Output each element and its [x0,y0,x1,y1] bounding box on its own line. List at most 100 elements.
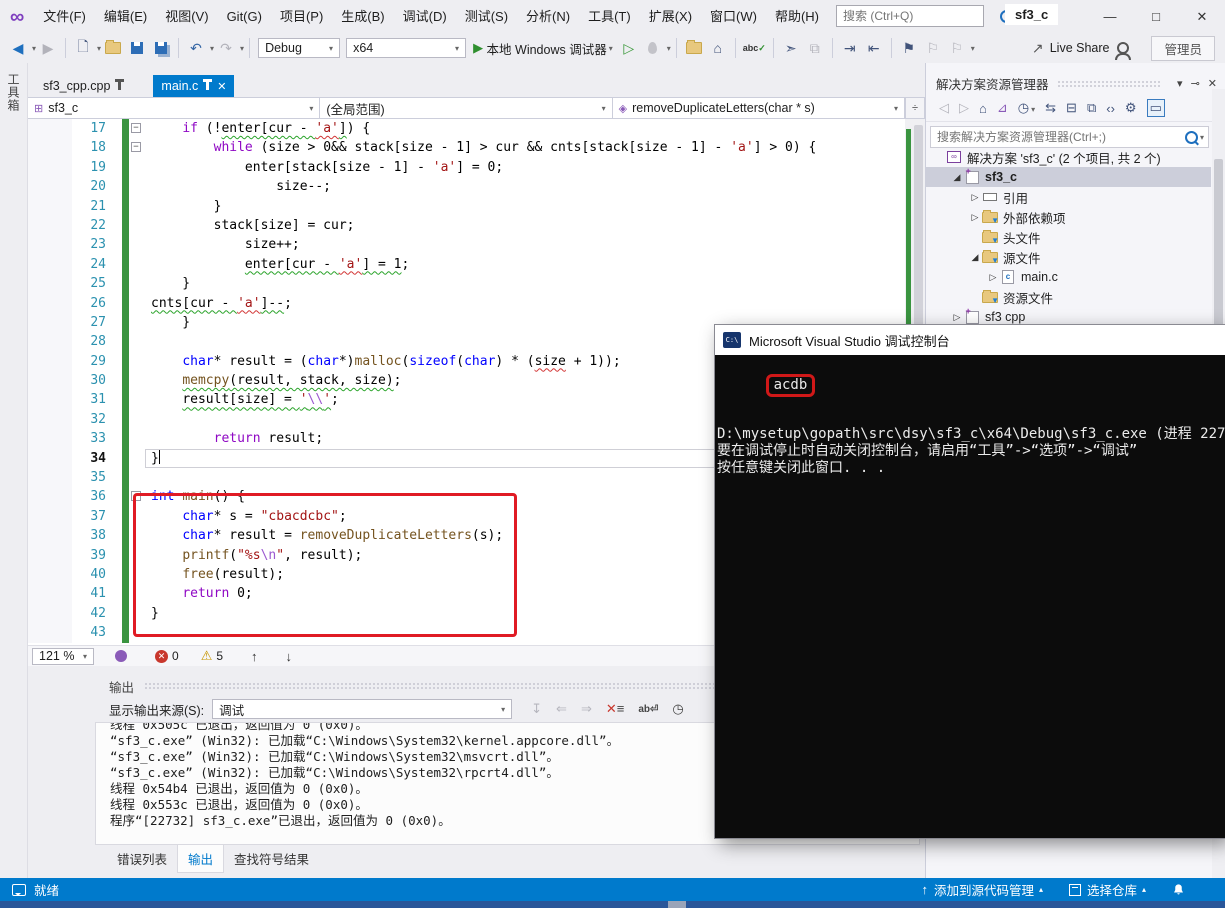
tree-item-sf3_c[interactable]: ◢ sf3_c [926,166,1211,187]
hot-reload-dropdown-icon[interactable]: ▾ [667,44,671,53]
fold-margin[interactable] [129,313,145,332]
tree-item--[interactable]: ◢ ▼ 源文件 [926,247,1211,267]
switch-views-icon[interactable]: ⊿ [997,100,1008,116]
pending-changes-filter-icon[interactable]: ◷ ▾ [1018,100,1035,116]
project-dropdown[interactable]: ⊞ sf3_c ▾ [28,98,321,118]
fold-collapse-icon[interactable]: − [131,123,141,133]
menu-item[interactable]: 工具(T) [579,0,640,33]
breakpoint-margin[interactable] [28,409,72,430]
feedback-icon[interactable] [115,650,127,662]
breakpoint-margin[interactable] [28,215,72,236]
navigate-forward-icon[interactable]: ▶ [38,38,58,58]
menu-item[interactable]: 文件(F) [34,0,95,33]
window-position-dropdown-icon[interactable]: ▾ [1177,77,1183,90]
forward-icon[interactable]: ▷ [959,100,969,116]
hot-reload-icon[interactable] [643,38,663,58]
output-source-combo[interactable]: 调试 ▾ [212,699,513,719]
code-text[interactable]: size++; [145,235,905,254]
fold-margin[interactable] [129,390,145,409]
new-item-dropdown-icon[interactable]: ▾ [97,44,101,53]
menu-item[interactable]: 窗口(W) [701,0,766,33]
menu-item[interactable]: 帮助(H) [766,0,828,33]
warning-count[interactable]: 5 [216,649,223,663]
panel-drag-texture[interactable] [1056,79,1162,87]
breakpoint-margin[interactable] [28,119,72,139]
breakpoint-margin[interactable] [28,177,72,197]
code-line[interactable]: 21 } [28,196,905,216]
fold-margin[interactable] [129,294,145,313]
collapsed-arrow-icon[interactable]: ▷ [986,272,1000,283]
fold-margin[interactable] [129,255,145,274]
code-line[interactable]: 17 − if (!enter[cur - 'a']) { [28,119,905,139]
toolbox-side-tab[interactable]: 工具箱 [0,63,28,878]
breakpoint-margin[interactable] [28,254,72,275]
code-line[interactable]: 23 size++; [28,235,905,255]
home-icon[interactable]: ⌂ [979,101,987,116]
menu-item[interactable]: 视图(V) [156,0,217,33]
spell-check-icon[interactable]: abc ✓ [743,38,766,58]
next-bookmark-icon[interactable]: ⚐ [947,38,967,58]
add-to-source-control-button[interactable]: ↑ 添加到源代码管理 ▴ [921,880,1043,899]
breakpoint-margin[interactable] [28,506,72,527]
maximize-button[interactable]: □ [1133,0,1179,33]
timestamp-icon[interactable]: ◷ [672,701,683,717]
breakpoint-margin[interactable] [28,468,72,488]
tree-item--[interactable]: ▼ 资源文件 [926,287,1211,307]
user-account-icon[interactable] [1115,42,1132,60]
zoom-combo[interactable]: 121 % ▾ [32,647,94,665]
redo-icon[interactable]: ↷ [216,38,236,58]
platform-combo[interactable]: x64 ▾ [346,38,467,58]
new-item-icon[interactable]: 🗋 [73,38,93,58]
sync-with-active-document-icon[interactable]: ⇆ [1045,100,1056,116]
console-title-bar[interactable]: C:\ Microsoft Visual Studio 调试控制台 [715,325,1225,355]
tree-item--[interactable]: ▷ ▼ 外部依赖项 [926,207,1211,227]
tool-tab-错误列表[interactable]: 错误列表 [107,845,177,872]
breakpoint-margin[interactable] [28,293,72,313]
breakpoint-margin[interactable] [28,351,72,372]
next-message-icon[interactable]: ⇒ [581,701,592,717]
tree-item--[interactable]: ▷ 引用 [926,187,1211,207]
fold-margin[interactable] [129,158,145,177]
code-line[interactable]: 18 − while (size > 0&& stack[size - 1] > … [28,138,905,158]
code-text[interactable]: } [145,197,905,216]
code-line[interactable]: 25 } [28,274,905,294]
code-line[interactable]: 20 size--; [28,177,905,197]
breakpoint-margin[interactable] [28,623,72,643]
tree-item--sf3_c-2-2-[interactable]: ∞ 解决方案 'sf3_c' (2 个项目, 共 2 个) [926,147,1211,167]
collapsed-arrow-icon[interactable]: ▷ [950,312,964,323]
undo-icon[interactable]: ↶ [186,38,206,58]
code-text[interactable]: size--; [145,177,905,196]
fold-margin[interactable] [129,429,145,448]
breakpoint-margin[interactable] [28,526,72,546]
undo-dropdown-icon[interactable]: ▾ [210,44,214,53]
breakpoint-margin[interactable] [28,448,72,469]
breakpoint-margin[interactable] [28,235,72,255]
fold-margin[interactable] [129,468,145,487]
menu-item[interactable]: 生成(B) [332,0,393,33]
breakpoint-margin[interactable] [28,332,72,352]
code-line[interactable]: 24 enter[cur - 'a'] = 1; [28,254,905,275]
title-bar[interactable]: ∞ 文件(F) 编辑(E) 视图(V) Git(G) 项目(P) 生成(B) 调试(D) 测试… [0,0,1225,33]
breakpoint-margin[interactable] [28,157,72,178]
code-text[interactable]: enter[stack[size - 1] - 'a'] = 0; [145,158,905,177]
goto-definition-icon[interactable]: ➣ [781,38,801,58]
quick-search-box[interactable] [836,5,1013,27]
close-tab-icon[interactable]: ✕ [217,80,226,93]
menu-item[interactable]: 编辑(E) [95,0,156,33]
breakpoint-margin[interactable] [28,429,72,449]
breakpoint-margin[interactable] [28,138,72,158]
start-debugging-button[interactable]: ▶ 本地 Windows 调试器 ▾ [473,39,613,58]
fold-margin[interactable] [129,352,145,371]
properties-icon[interactable]: ⚙ [1125,100,1137,116]
expanded-arrow-icon[interactable]: ◢ [968,252,982,263]
code-line[interactable]: 26 cnts[cur - 'a']--; [28,293,905,313]
error-count[interactable]: 0 [172,649,179,663]
tree-item-sf3-cpp[interactable]: ▷ sf3 cpp [926,306,1211,327]
code-line[interactable]: 19 enter[stack[size - 1] - 'a'] = 0; [28,157,905,178]
word-wrap-icon[interactable]: ab⏎ [638,704,658,715]
fold-margin[interactable] [129,410,145,429]
breakpoint-margin[interactable] [28,390,72,410]
code-text[interactable]: stack[size] = cur; [145,216,905,235]
pin-icon[interactable]: ⊸ [1191,77,1200,90]
open-file-icon[interactable] [103,38,123,58]
